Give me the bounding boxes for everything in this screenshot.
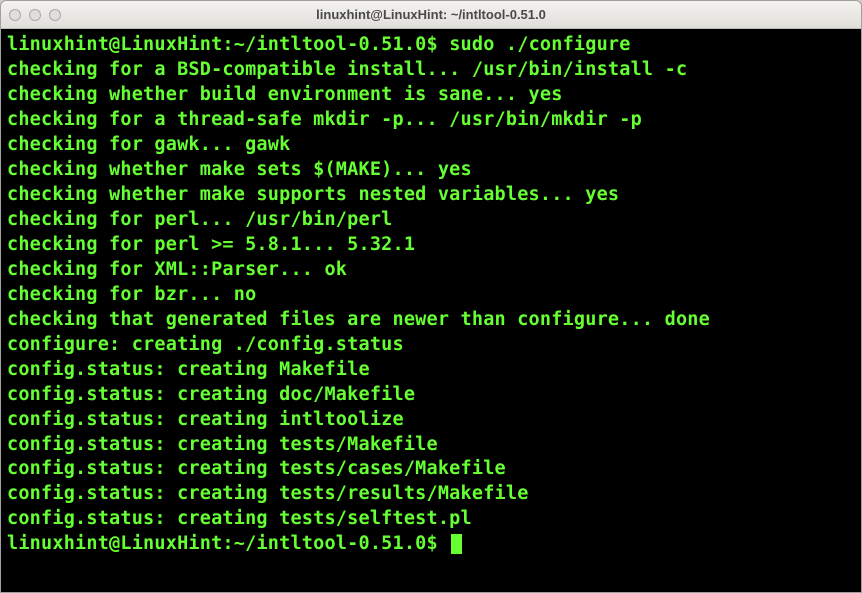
output-line: config.status: creating tests/results/Ma… <box>7 483 529 504</box>
maximize-icon[interactable] <box>49 9 61 21</box>
output-line: config.status: creating intltoolize <box>7 409 404 430</box>
output-line: checking for perl... /usr/bin/perl <box>7 209 393 230</box>
output-line: checking for XML::Parser... ok <box>7 259 347 280</box>
output-line: config.status: creating tests/cases/Make… <box>7 458 506 479</box>
output-line: config.status: creating tests/Makefile <box>7 434 438 455</box>
output-line: configure: creating ./config.status <box>7 334 404 355</box>
output-line: checking whether make sets $(MAKE)... ye… <box>7 159 472 180</box>
command-text: sudo ./configure <box>449 34 630 55</box>
prompt-user-host: linuxhint@LinuxHint <box>7 533 222 554</box>
prompt-sep: : <box>222 533 233 554</box>
output-line: config.status: creating tests/selftest.p… <box>7 508 472 529</box>
output-line: checking for perl >= 5.8.1... 5.32.1 <box>7 234 415 255</box>
prompt-dollar: $ <box>427 34 438 55</box>
prompt-path: ~/intltool-0.51.0 <box>234 533 427 554</box>
output-line: checking for bzr... no <box>7 284 256 305</box>
prompt-path: ~/intltool-0.51.0 <box>234 34 427 55</box>
output-line: checking that generated files are newer … <box>7 309 710 330</box>
titlebar: linuxhint@LinuxHint: ~/intltool-0.51.0 <box>1 1 861 29</box>
output-line: config.status: creating Makefile <box>7 359 370 380</box>
window-title: linuxhint@LinuxHint: ~/intltool-0.51.0 <box>316 7 546 22</box>
close-icon[interactable] <box>9 9 21 21</box>
prompt-sep: : <box>222 34 233 55</box>
prompt-dollar: $ <box>427 533 438 554</box>
terminal-window: linuxhint@LinuxHint: ~/intltool-0.51.0 l… <box>0 0 862 593</box>
output-line: checking whether build environment is sa… <box>7 84 563 105</box>
terminal-body[interactable]: linuxhint@LinuxHint:~/intltool-0.51.0$ s… <box>1 29 861 592</box>
minimize-icon[interactable] <box>29 9 41 21</box>
output-line: checking for a BSD-compatible install...… <box>7 59 687 80</box>
prompt-user-host: linuxhint@LinuxHint <box>7 34 222 55</box>
output-line: checking whether make supports nested va… <box>7 184 619 205</box>
window-controls <box>9 9 61 21</box>
cursor-icon <box>451 534 462 554</box>
output-line: config.status: creating doc/Makefile <box>7 384 415 405</box>
output-line: checking for gawk... gawk <box>7 134 290 155</box>
output-line: checking for a thread-safe mkdir -p... /… <box>7 109 642 130</box>
